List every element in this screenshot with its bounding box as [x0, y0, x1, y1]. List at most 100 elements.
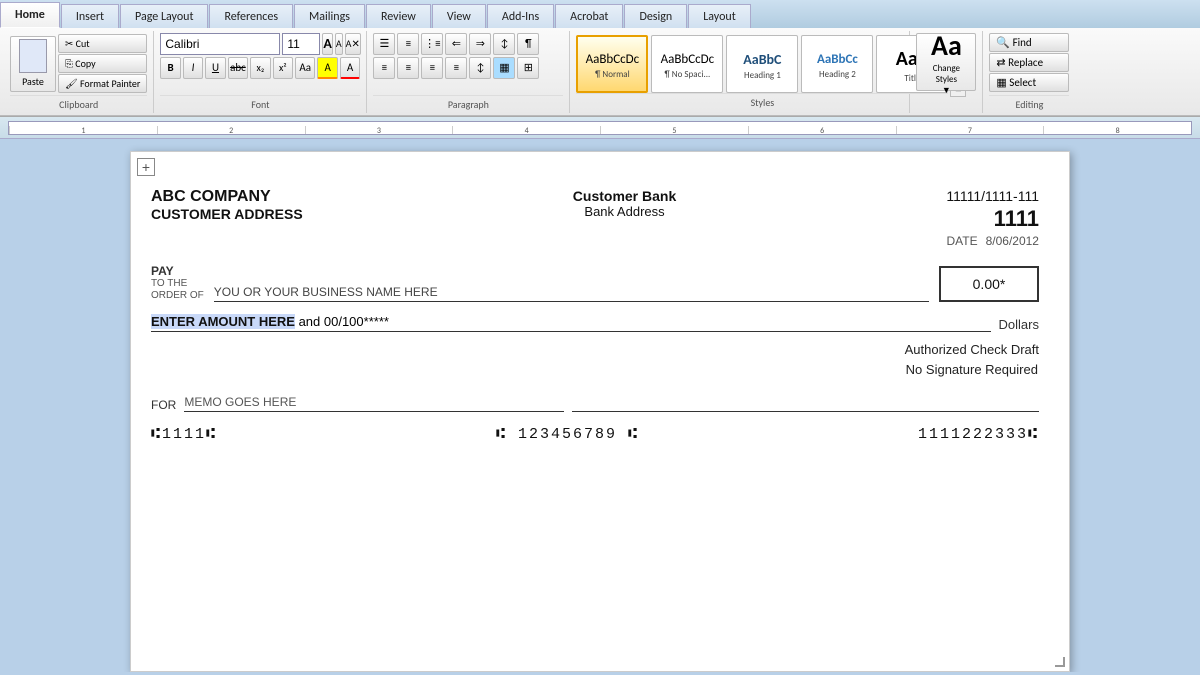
font-controls: A A A✕ B I U abc x₂ x² Aa A A	[160, 33, 360, 79]
style-nospacing-preview: AaBbCcDc	[659, 48, 717, 67]
align-center-button[interactable]: ≡	[397, 57, 419, 79]
sort-button[interactable]: ↕	[493, 33, 515, 55]
clipboard-controls: Paste ✂ Cut ⎘ Copy 🖌 Format Painter	[10, 33, 147, 95]
find-button[interactable]: 🔍 Find	[989, 33, 1069, 52]
change-styles-section: Aa ChangeStyles ▼	[910, 31, 983, 113]
tab-references[interactable]: References	[209, 4, 293, 28]
change-styles-button[interactable]: Aa ChangeStyles ▼	[916, 33, 976, 91]
clipboard-small-buttons: ✂ Cut ⎘ Copy 🖌 Format Painter	[58, 34, 147, 93]
amount-box: 0.00*	[939, 266, 1039, 302]
change-case-button[interactable]: Aa	[295, 57, 315, 79]
pay-row: PAY TO THEORDER OF YOU OR YOUR BUSINESS …	[151, 264, 1039, 302]
numbering-button[interactable]: ≡	[397, 33, 419, 55]
style-normal-button[interactable]: AaBbCcDc ¶ Normal	[576, 35, 648, 93]
amount-highlight: ENTER AMOUNT HERE	[151, 314, 295, 329]
shrink-font-button[interactable]: A	[335, 33, 343, 55]
ruler-marks: 1 2 3 4 5 6 7 8	[9, 122, 1191, 134]
copy-button[interactable]: ⎘ Copy	[58, 54, 147, 73]
order-of-text: TO THEORDER OF	[151, 278, 204, 302]
change-styles-label: ChangeStyles	[933, 63, 960, 85]
font-row2: B I U abc x₂ x² Aa A A	[160, 57, 360, 79]
increase-indent-button[interactable]: ⇒	[469, 33, 491, 55]
font-size-input[interactable]	[282, 33, 320, 55]
replace-button[interactable]: ⇄ Replace	[989, 53, 1069, 72]
bullets-button[interactable]: ☰	[373, 33, 395, 55]
bank-info: Customer Bank Bank Address	[573, 188, 676, 219]
font-name-input[interactable]	[160, 33, 280, 55]
justify-button[interactable]: ≡	[445, 57, 467, 79]
show-formatting-button[interactable]: ¶	[517, 33, 539, 55]
grow-font-button[interactable]: A	[322, 33, 332, 55]
amount-rest: and 00/100*****	[295, 314, 389, 329]
select-button[interactable]: ▦ Select	[989, 73, 1069, 92]
shading-button[interactable]: ▦	[493, 57, 515, 79]
tab-mailings[interactable]: Mailings	[294, 4, 365, 28]
para-row1: ☰ ≡ ⋮≡ ⇐ ⇒ ↕ ¶	[373, 33, 563, 55]
tab-layout[interactable]: Layout	[688, 4, 751, 28]
styles-row: AaBbCcDc ¶ Normal AaBbCcDc ¶ No Spaci...…	[576, 35, 948, 93]
tab-page-layout[interactable]: Page Layout	[120, 4, 208, 28]
editing-controls: 🔍 Find ⇄ Replace ▦ Select	[989, 33, 1069, 92]
paste-icon	[19, 39, 47, 73]
clear-format-button[interactable]: A✕	[345, 33, 361, 55]
style-heading2-button[interactable]: AaBbCc Heading 2	[801, 35, 873, 93]
style-nospacing-button[interactable]: AaBbCcDc ¶ No Spaci...	[651, 35, 723, 93]
style-heading1-label: Heading 1	[744, 70, 781, 81]
authorized-text: Authorized Check Draft No Signature Requ…	[905, 340, 1039, 379]
for-label: FOR	[151, 398, 176, 412]
micr-center: ⑆ 123456789 ⑆	[496, 426, 639, 443]
authorized-line1: Authorized Check Draft	[905, 340, 1039, 360]
italic-button[interactable]: I	[183, 57, 203, 79]
document-area: + ABC COMPANY CUSTOMER ADDRESS Customer …	[0, 139, 1200, 672]
authorized-line2: No Signature Required	[905, 360, 1039, 380]
multilevel-button[interactable]: ⋮≡	[421, 33, 443, 55]
authorized-area: Authorized Check Draft No Signature Requ…	[151, 340, 1039, 379]
dollars-label: Dollars	[999, 317, 1039, 332]
ruler-mark: 3	[305, 126, 453, 133]
cut-button[interactable]: ✂ Cut	[58, 34, 147, 53]
amount-written-row: ENTER AMOUNT HERE and 00/100***** Dollar…	[151, 314, 1039, 332]
style-nospacing-label: ¶ No Spaci...	[665, 69, 711, 80]
align-right-button[interactable]: ≡	[421, 57, 443, 79]
pay-label: PAY TO THEORDER OF	[151, 264, 204, 302]
subscript-button[interactable]: x₂	[250, 57, 270, 79]
check-header: ABC COMPANY CUSTOMER ADDRESS Customer Ba…	[151, 188, 1039, 248]
bold-button[interactable]: B	[160, 57, 180, 79]
paragraph-label: Paragraph	[373, 95, 563, 111]
style-normal-preview: AaBbCcDc	[584, 48, 642, 67]
style-normal-label: ¶ Normal	[595, 69, 630, 80]
tab-insert[interactable]: Insert	[61, 4, 119, 28]
memo-line: MEMO GOES HERE	[184, 395, 564, 412]
ruler-mark: 4	[452, 126, 600, 133]
format-painter-button[interactable]: 🖌 Format Painter	[58, 74, 147, 93]
borders-button[interactable]: ⊞	[517, 57, 539, 79]
tab-design[interactable]: Design	[624, 4, 687, 28]
line-spacing-button[interactable]: ↕	[469, 57, 491, 79]
ruler: 1 2 3 4 5 6 7 8	[0, 117, 1200, 139]
superscript-button[interactable]: x²	[273, 57, 293, 79]
doc-handle[interactable]: +	[137, 158, 155, 176]
company-address: CUSTOMER ADDRESS	[151, 206, 303, 222]
change-styles-dropdown: ▼	[942, 85, 951, 96]
style-heading1-button[interactable]: AaBbC Heading 1	[726, 35, 798, 93]
tab-view[interactable]: View	[432, 4, 486, 28]
memo-row: FOR MEMO GOES HERE	[151, 395, 1039, 412]
paste-button[interactable]: Paste	[10, 36, 56, 92]
underline-button[interactable]: U	[205, 57, 225, 79]
resize-handle[interactable]	[1055, 657, 1065, 667]
payee-line: YOU OR YOUR BUSINESS NAME HERE	[214, 285, 929, 302]
tab-add-ins[interactable]: Add-Ins	[487, 4, 554, 28]
micr-right: 1111222333⑆	[918, 426, 1039, 443]
strikethrough-button[interactable]: abc	[228, 57, 248, 79]
tab-review[interactable]: Review	[366, 4, 431, 28]
decrease-indent-button[interactable]: ⇐	[445, 33, 467, 55]
tab-home[interactable]: Home	[0, 2, 60, 28]
tab-acrobat[interactable]: Acrobat	[555, 4, 623, 28]
align-left-button[interactable]: ≡	[373, 57, 395, 79]
date-label: DATE	[946, 234, 977, 248]
tab-bar: Home Insert Page Layout References Maili…	[0, 0, 1200, 28]
ribbon: Home Insert Page Layout References Maili…	[0, 0, 1200, 117]
font-color-button[interactable]: A	[340, 57, 360, 79]
highlight-button[interactable]: A	[317, 57, 337, 79]
ruler-mark: 2	[157, 126, 305, 133]
